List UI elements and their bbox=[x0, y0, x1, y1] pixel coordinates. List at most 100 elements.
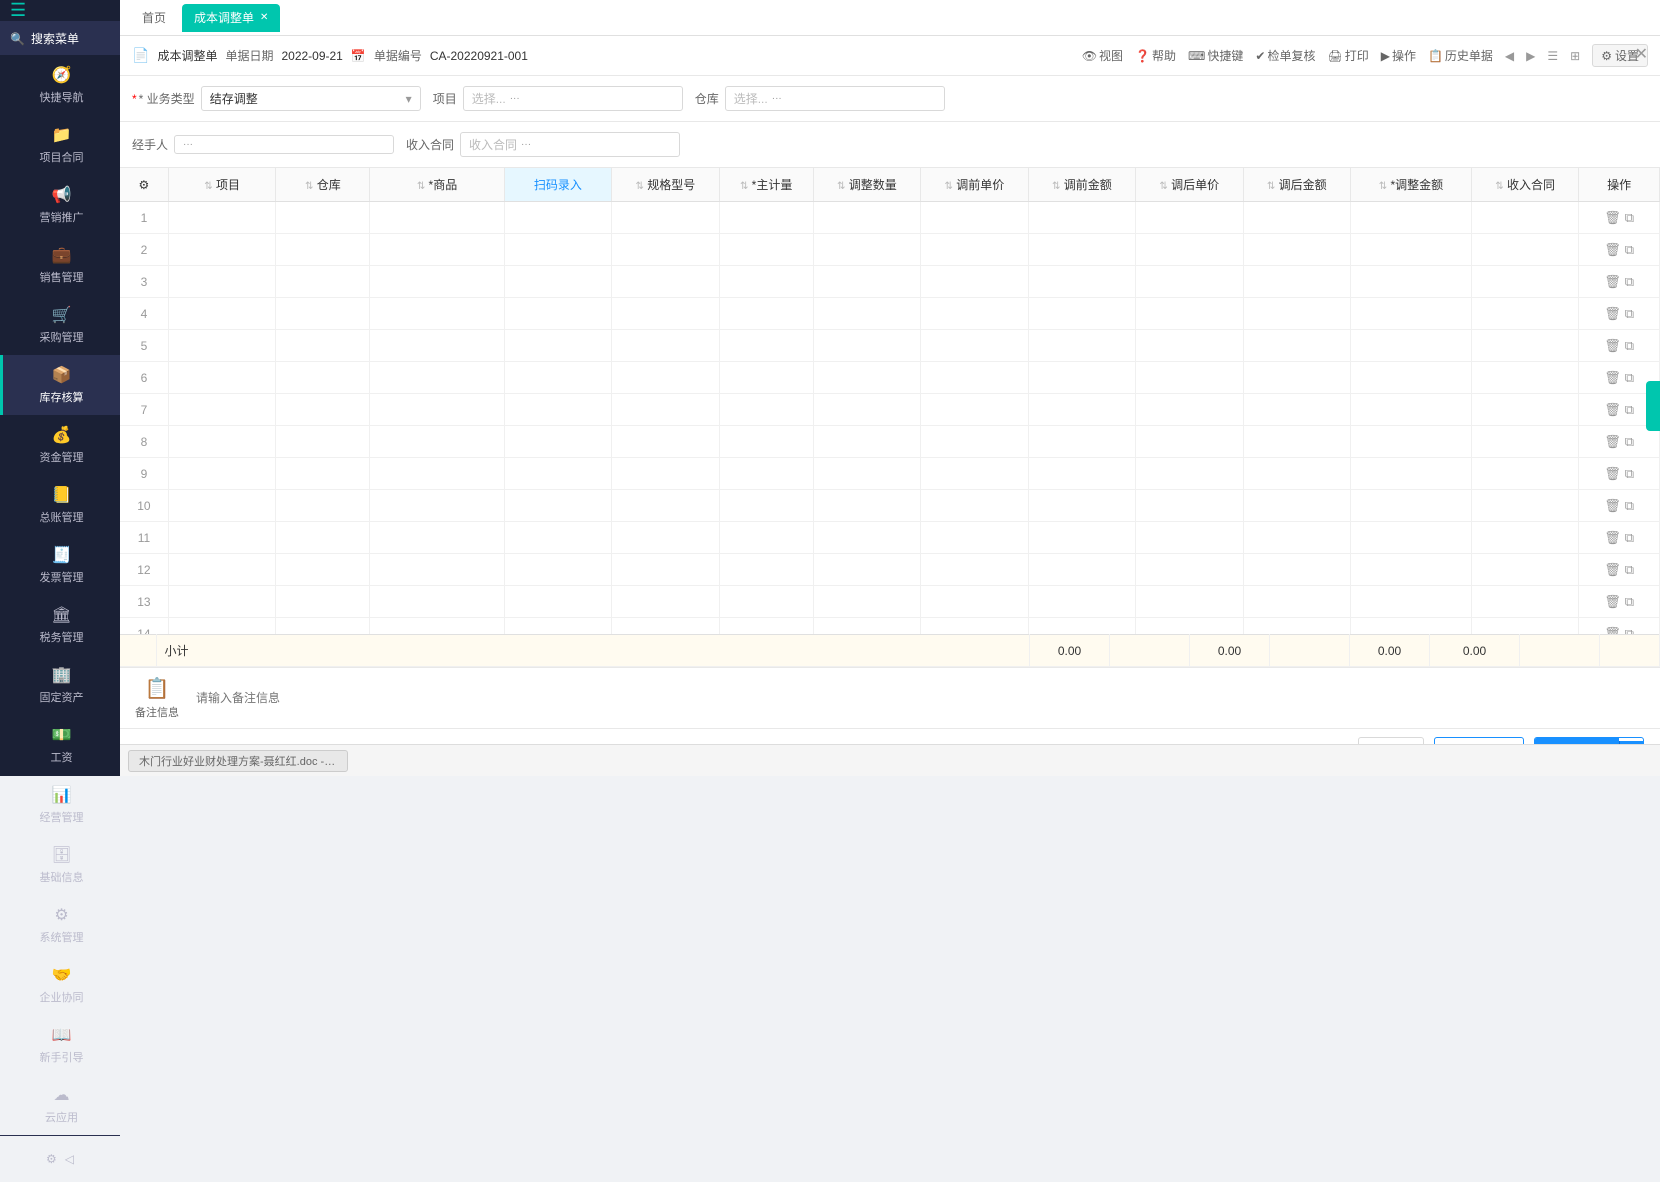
calendar-icon[interactable]: 📅 bbox=[351, 49, 366, 63]
cell-adjust[interactable] bbox=[1351, 554, 1472, 586]
row-copy-icon[interactable]: ⧉ bbox=[1625, 434, 1634, 450]
cell-amount-before[interactable] bbox=[1028, 330, 1135, 362]
table-row[interactable]: 2 🗑 ⧉ bbox=[120, 234, 1660, 266]
shortcut-btn[interactable]: ⌨ 快捷键 bbox=[1188, 47, 1243, 64]
cell-scan[interactable] bbox=[504, 202, 611, 234]
cell-unit[interactable] bbox=[719, 522, 813, 554]
sort-icon-project[interactable]: ⇅ bbox=[204, 181, 212, 192]
cell-scan[interactable] bbox=[504, 426, 611, 458]
cell-qty[interactable] bbox=[813, 330, 920, 362]
cell-adjust[interactable] bbox=[1351, 394, 1472, 426]
print-btn[interactable]: 🖨 打印 bbox=[1327, 47, 1368, 64]
cell-warehouse[interactable] bbox=[276, 266, 370, 298]
row-delete-icon[interactable]: 🗑 bbox=[1604, 626, 1621, 635]
table-row[interactable]: 9 🗑 ⧉ bbox=[120, 458, 1660, 490]
operation-btn[interactable]: ▶ 操作 bbox=[1381, 47, 1416, 64]
cell-amount-before[interactable] bbox=[1028, 586, 1135, 618]
cell-warehouse[interactable] bbox=[276, 234, 370, 266]
cell-project[interactable] bbox=[168, 554, 275, 586]
cell-qty[interactable] bbox=[813, 426, 920, 458]
cell-spec[interactable] bbox=[612, 266, 719, 298]
cell-adjust[interactable] bbox=[1351, 458, 1472, 490]
project-dots[interactable]: ··· bbox=[510, 93, 520, 104]
table-settings-icon[interactable]: ⚙ bbox=[139, 178, 150, 192]
cell-income-contract[interactable] bbox=[1471, 298, 1578, 330]
row-delete-icon[interactable]: 🗑 bbox=[1604, 242, 1621, 258]
cell-project[interactable] bbox=[168, 202, 275, 234]
remarks-input[interactable] bbox=[192, 676, 1648, 720]
project-select[interactable]: 选择... ··· bbox=[463, 86, 683, 111]
cell-scan[interactable] bbox=[504, 522, 611, 554]
cell-income-contract[interactable] bbox=[1471, 586, 1578, 618]
sidebar-item-ledger[interactable]: 📒 总账管理 bbox=[0, 475, 120, 535]
th-scan[interactable]: 扫码录入 bbox=[504, 168, 611, 202]
view-btn[interactable]: 👁 视图 bbox=[1082, 47, 1123, 64]
table-row[interactable]: 10 🗑 ⧉ bbox=[120, 490, 1660, 522]
cell-goods[interactable] bbox=[370, 458, 504, 490]
sidebar-item-invoice[interactable]: 🧾 发票管理 bbox=[0, 535, 120, 595]
cell-warehouse[interactable] bbox=[276, 586, 370, 618]
table-row[interactable]: 1 🗑 ⧉ bbox=[120, 202, 1660, 234]
income-contract-dots[interactable]: ··· bbox=[521, 139, 531, 150]
sort-icon-unit[interactable]: ⇅ bbox=[740, 181, 748, 192]
cell-amount-before[interactable] bbox=[1028, 618, 1135, 635]
sort-icon-spec[interactable]: ⇅ bbox=[636, 181, 644, 192]
cell-spec[interactable] bbox=[612, 330, 719, 362]
cell-unit[interactable] bbox=[719, 330, 813, 362]
row-copy-icon[interactable]: ⧉ bbox=[1625, 562, 1634, 578]
teal-side-handle[interactable] bbox=[1646, 381, 1660, 431]
cell-goods[interactable] bbox=[370, 330, 504, 362]
row-delete-icon[interactable]: 🗑 bbox=[1604, 530, 1621, 546]
cell-goods[interactable] bbox=[370, 362, 504, 394]
tab-home[interactable]: 首页 bbox=[130, 4, 178, 32]
check-btn[interactable]: ✔ 检单复核 bbox=[1255, 47, 1315, 64]
sidebar-item-guide[interactable]: 📖 新手引导 bbox=[0, 1015, 120, 1075]
cell-adjust[interactable] bbox=[1351, 586, 1472, 618]
cell-goods[interactable] bbox=[370, 490, 504, 522]
taskbar-item[interactable]: 木门行业好业财处理方案-聂红红.doc - WPS Office bbox=[128, 750, 348, 772]
cell-project[interactable] bbox=[168, 330, 275, 362]
cell-income-contract[interactable] bbox=[1471, 394, 1578, 426]
row-copy-icon[interactable]: ⧉ bbox=[1625, 242, 1634, 258]
cell-amount-before[interactable] bbox=[1028, 554, 1135, 586]
cell-income-contract[interactable] bbox=[1471, 490, 1578, 522]
cell-price-before[interactable] bbox=[921, 490, 1028, 522]
biz-type-select[interactable]: 结存调整 ▾ bbox=[201, 86, 421, 111]
cell-amount-after[interactable] bbox=[1243, 330, 1350, 362]
cell-price-before[interactable] bbox=[921, 522, 1028, 554]
sort-icon-qty[interactable]: ⇅ bbox=[837, 181, 845, 192]
cell-price-after[interactable] bbox=[1136, 618, 1243, 635]
cell-project[interactable] bbox=[168, 362, 275, 394]
cell-spec[interactable] bbox=[612, 362, 719, 394]
agent-dots[interactable]: ··· bbox=[183, 139, 193, 150]
cell-adjust[interactable] bbox=[1351, 298, 1472, 330]
cell-adjust[interactable] bbox=[1351, 426, 1472, 458]
list-view-icon[interactable]: ☰ bbox=[1547, 49, 1558, 63]
sidebar-item-fund[interactable]: 💰 资金管理 bbox=[0, 415, 120, 475]
warehouse-select[interactable]: 选择... ··· bbox=[725, 86, 945, 111]
cell-income-contract[interactable] bbox=[1471, 522, 1578, 554]
cell-project[interactable] bbox=[168, 618, 275, 635]
cell-spec[interactable] bbox=[612, 394, 719, 426]
sidebar-item-cloud[interactable]: ☁ 云应用 bbox=[0, 1075, 120, 1135]
cell-unit[interactable] bbox=[719, 266, 813, 298]
sidebar-item-base[interactable]: 🗄 基础信息 bbox=[0, 835, 120, 895]
row-delete-icon[interactable]: 🗑 bbox=[1604, 594, 1621, 610]
cell-spec[interactable] bbox=[612, 426, 719, 458]
cell-amount-after[interactable] bbox=[1243, 586, 1350, 618]
cell-price-before[interactable] bbox=[921, 298, 1028, 330]
cell-price-after[interactable] bbox=[1136, 458, 1243, 490]
cell-goods[interactable] bbox=[370, 202, 504, 234]
cell-amount-before[interactable] bbox=[1028, 458, 1135, 490]
cell-amount-before[interactable] bbox=[1028, 298, 1135, 330]
table-row[interactable]: 5 🗑 ⧉ bbox=[120, 330, 1660, 362]
cell-price-before[interactable] bbox=[921, 426, 1028, 458]
cell-unit[interactable] bbox=[719, 298, 813, 330]
cell-qty[interactable] bbox=[813, 362, 920, 394]
sort-icon-goods[interactable]: ⇅ bbox=[417, 181, 425, 192]
history-btn[interactable]: 📋 历史单据 bbox=[1428, 47, 1493, 64]
cell-amount-after[interactable] bbox=[1243, 458, 1350, 490]
sidebar-item-project[interactable]: 📁 项目合同 bbox=[0, 115, 120, 175]
cell-amount-before[interactable] bbox=[1028, 234, 1135, 266]
cell-income-contract[interactable] bbox=[1471, 362, 1578, 394]
